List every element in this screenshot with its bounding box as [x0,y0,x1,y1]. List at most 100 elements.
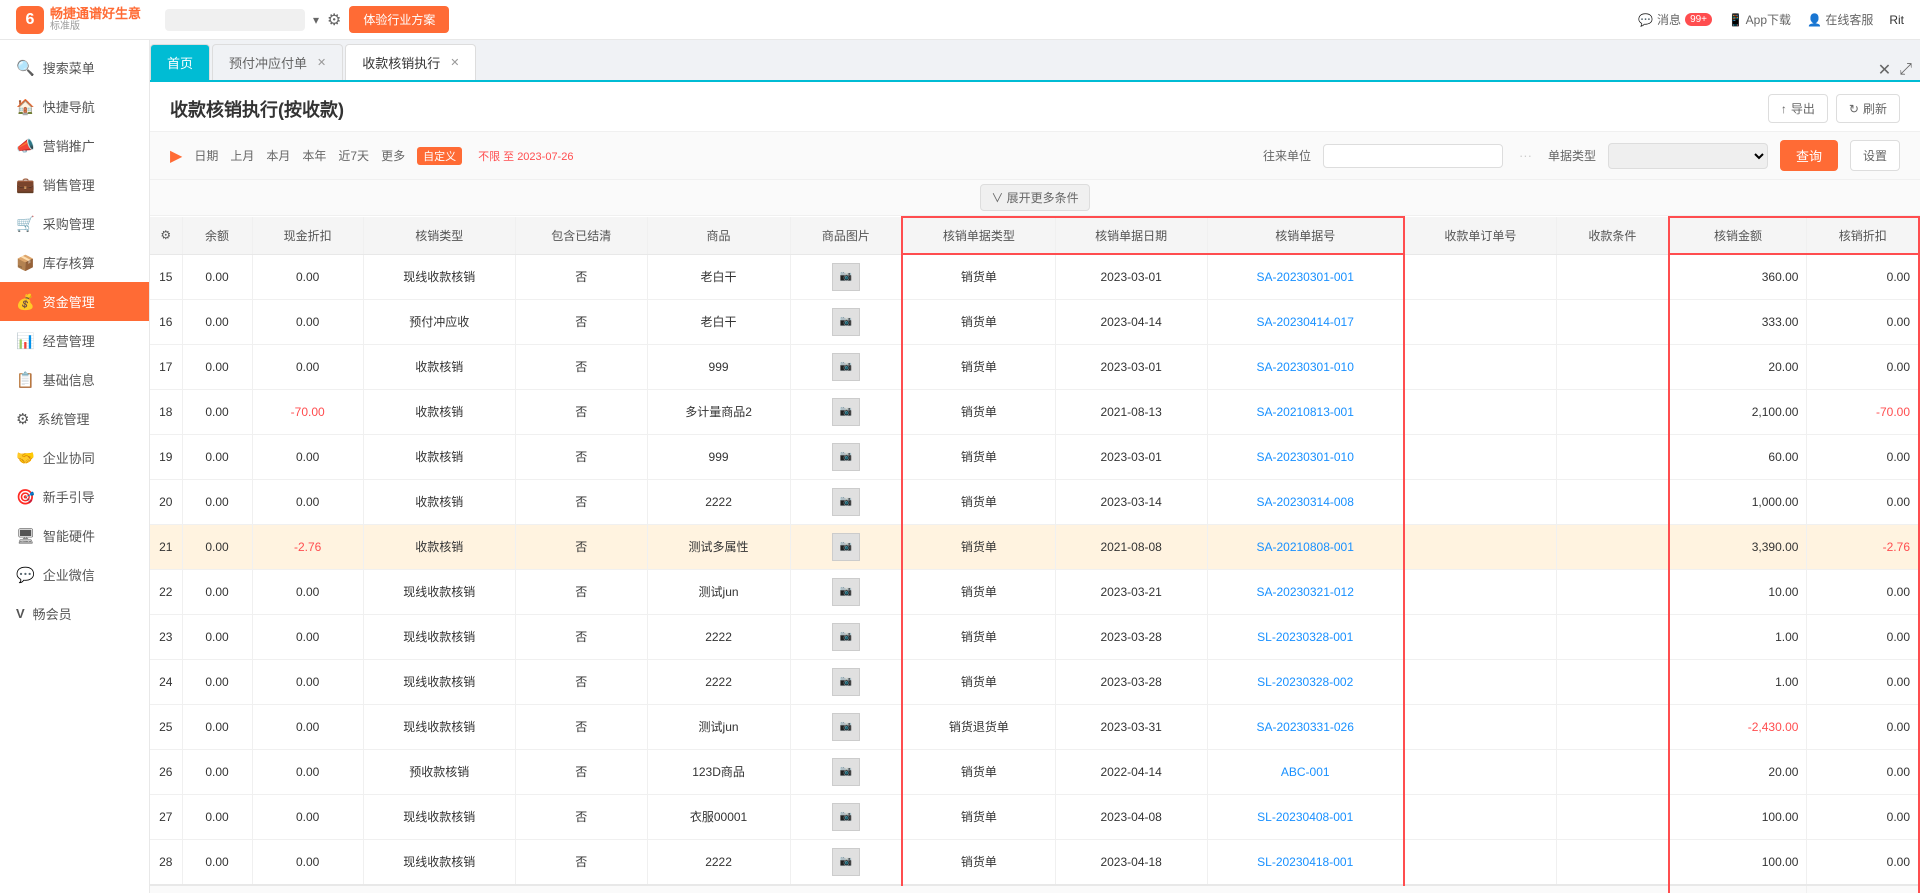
doc-number-link[interactable]: SA-20230301-010 [1256,360,1353,374]
th-settings[interactable]: ⚙ [150,217,182,254]
filter-expand-arrow[interactable]: ▶ [170,146,182,166]
doc-number-link[interactable]: SL-20230328-002 [1257,675,1353,689]
export-button[interactable]: ↑ 导出 [1768,94,1828,123]
industry-btn[interactable]: 体验行业方案 [349,6,449,33]
message-badge: 99+ [1685,13,1712,26]
sidebar-item-member[interactable]: V 畅会员 [0,594,149,633]
service-label: 在线客服 [1825,13,1873,27]
product-image-thumb: 📷 [832,398,860,426]
app-download[interactable]: 📱 App下载 [1728,11,1791,28]
sidebar-item-nav[interactable]: 🏠 快捷导航 [0,87,149,126]
sidebar-item-collab[interactable]: 🤝 企业协同 [0,438,149,477]
doc-number-link[interactable]: SA-20210808-001 [1256,540,1353,554]
page-title: 收款核销执行(按收款) [170,96,344,122]
custom-btn[interactable]: 自定义 [417,147,462,165]
query-button[interactable]: 查询 [1780,140,1838,171]
sidebar-item-operations[interactable]: 📊 经营管理 [0,321,149,360]
sidebar-item-hardware[interactable]: 🖥 智能硬件 [0,516,149,555]
message-area[interactable]: 💬 消息 99+ [1638,11,1712,28]
cell-doc-number[interactable]: SA-20230301-010 [1207,434,1403,479]
top-dropdown[interactable]: ▾ [313,13,319,27]
cell-receipt-condition [1557,389,1669,434]
this-year-link[interactable]: 本年 [302,147,326,164]
cell-doc-number[interactable]: SA-20230301-001 [1207,254,1403,299]
cell-row-num: 17 [150,344,182,389]
cell-write-off-amount: 2,100.00 [1669,389,1807,434]
last7-link[interactable]: 近7天 [338,147,369,164]
sidebar-item-wechat[interactable]: 💬 企业微信 [0,555,149,594]
cell-doc-number[interactable]: SA-20230331-026 [1207,704,1403,749]
sidebar-label-finance: 资金管理 [43,292,95,311]
cell-write-off-discount: 0.00 [1807,479,1919,524]
product-image-thumb: 📷 [832,533,860,561]
tab-prepay[interactable]: 预付冲应付单 ✕ [212,44,343,80]
sidebar-label-operations: 经营管理 [43,331,95,350]
maximize-icon[interactable]: ⤢ [1899,61,1912,79]
from-unit-input[interactable] [1323,144,1503,168]
cell-receipt-order [1404,389,1557,434]
cell-doc-number[interactable]: SA-20230301-010 [1207,344,1403,389]
top-search-input[interactable] [165,9,305,31]
sidebar-item-sales[interactable]: 💼 销售管理 [0,165,149,204]
sidebar-item-marketing[interactable]: 📣 营销推广 [0,126,149,165]
last-month-link[interactable]: 上月 [230,147,254,164]
close-icon[interactable]: ✕ [1878,60,1891,80]
sidebar-item-system[interactable]: ⚙ 系统管理 [0,399,149,438]
cell-doc-number[interactable]: SL-20230418-001 [1207,839,1403,885]
cell-doc-number[interactable]: SA-20210808-001 [1207,524,1403,569]
tab-receive-close[interactable]: ✕ [450,56,459,69]
more-link[interactable]: 更多 [381,147,405,164]
setting-button[interactable]: 设置 [1850,140,1900,171]
refresh-button[interactable]: ↻ 刷新 [1836,94,1900,123]
cell-include-settled: 否 [515,659,647,704]
cell-cash-discount: 0.00 [252,479,363,524]
sidebar-item-search[interactable]: 🔍 搜索菜单 [0,48,149,87]
doc-number-link[interactable]: SA-20230314-008 [1256,495,1353,509]
expand-conditions-btn[interactable]: ∨ 展开更多条件 [980,184,1089,211]
doc-number-link[interactable]: SA-20230301-010 [1256,450,1353,464]
export-icon: ↑ [1781,102,1787,116]
cell-receipt-condition [1557,254,1669,299]
cell-write-off-type: 现线收款核销 [363,614,515,659]
sidebar-item-guide[interactable]: 🎯 新手引导 [0,477,149,516]
cell-receipt-order [1404,704,1557,749]
sidebar-item-inventory[interactable]: 📦 库存核算 [0,243,149,282]
tab-prepay-close[interactable]: ✕ [317,56,326,69]
sidebar-item-purchase[interactable]: 🛒 采购管理 [0,204,149,243]
doc-type-select[interactable] [1608,143,1768,169]
service-icon: 👤 [1807,13,1822,27]
cell-cash-discount: 0.00 [252,659,363,704]
doc-number-link[interactable]: SL-20230408-001 [1257,810,1353,824]
cell-cash-discount: 0.00 [252,434,363,479]
doc-number-link[interactable]: SA-20210813-001 [1256,405,1353,419]
sidebar-item-finance[interactable]: 💰 资金管理 [0,282,149,321]
cell-doc-number[interactable]: SL-20230328-002 [1207,659,1403,704]
tab-home[interactable]: 首页 [150,44,210,80]
product-image-thumb: 📷 [832,803,860,831]
doc-number-link[interactable]: SA-20230331-026 [1256,720,1353,734]
cell-doc-number[interactable]: SL-20230408-001 [1207,794,1403,839]
doc-number-link[interactable]: SL-20230328-001 [1257,630,1353,644]
cell-doc-number[interactable]: ABC-001 [1207,749,1403,794]
doc-number-link[interactable]: SA-20230321-012 [1256,585,1353,599]
cell-doc-number[interactable]: SA-20210813-001 [1207,389,1403,434]
sidebar-item-basic[interactable]: 📋 基础信息 [0,360,149,399]
cell-cash-discount: 0.00 [252,254,363,299]
gear-button[interactable]: ⚙ [327,10,341,30]
doc-number-link[interactable]: SA-20230414-017 [1256,315,1353,329]
online-service[interactable]: 👤 在线客服 [1807,11,1873,28]
table-area[interactable]: ⚙ 余额 现金折扣 核销类型 包含已结清 商品 商品图片 核销单据类型 核销单据… [150,216,1920,893]
tab-receive[interactable]: 收款核销执行 ✕ [345,44,476,80]
this-month-link[interactable]: 本月 [266,147,290,164]
cell-doc-date: 2023-03-14 [1055,479,1207,524]
doc-number-link[interactable]: SA-20230301-001 [1256,270,1353,284]
doc-number-link[interactable]: ABC-001 [1281,765,1330,779]
cell-doc-number[interactable]: SL-20230328-001 [1207,614,1403,659]
doc-number-link[interactable]: SL-20230418-001 [1257,855,1353,869]
cell-doc-number[interactable]: SA-20230414-017 [1207,299,1403,344]
cell-product-image: 📷 [790,569,902,614]
cell-receipt-condition [1557,524,1669,569]
cell-doc-number[interactable]: SA-20230321-012 [1207,569,1403,614]
cell-doc-number[interactable]: SA-20230314-008 [1207,479,1403,524]
product-image-thumb: 📷 [832,443,860,471]
